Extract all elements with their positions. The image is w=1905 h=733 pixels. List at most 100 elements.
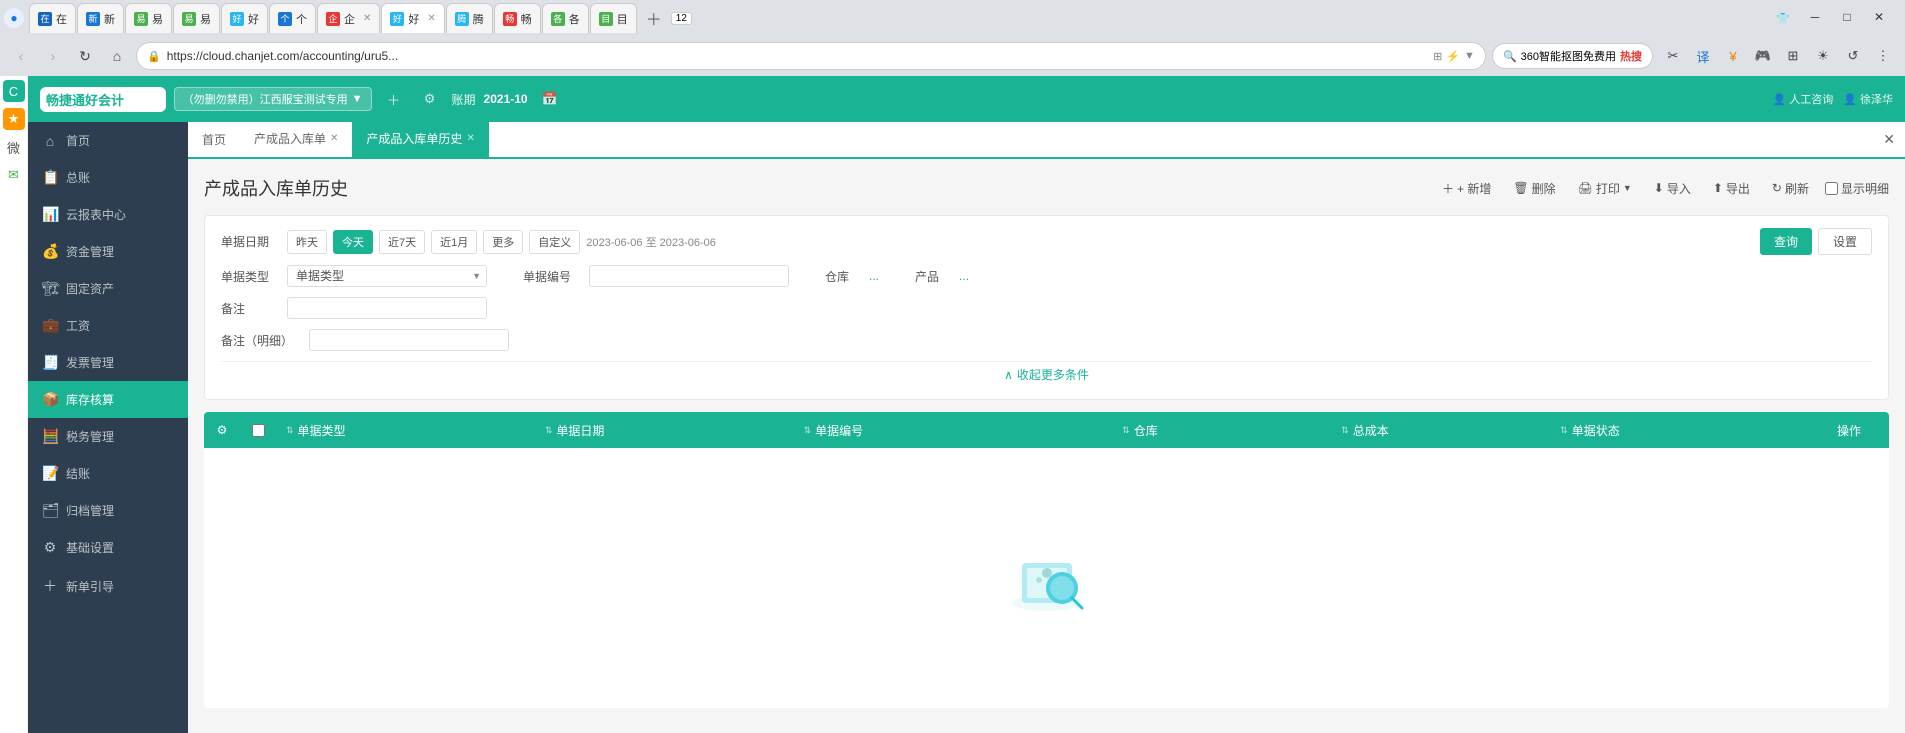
translate-icon[interactable]: 译 (1689, 42, 1717, 70)
home-button[interactable]: ⌂ (104, 43, 130, 69)
sidebar-item-fund[interactable]: 💰 资金管理 (28, 233, 188, 270)
doc-type-select[interactable]: 单据类型 (287, 265, 487, 287)
customer-service-button[interactable]: 👤 人工咨询 (1773, 91, 1834, 107)
browser-tab-5[interactable]: 好 好 (221, 3, 268, 33)
sidebar-item-settle[interactable]: 📝 结账 (28, 455, 188, 492)
browser-tab-3[interactable]: 易 易 (125, 3, 172, 33)
star-icon[interactable]: ★ (3, 108, 25, 130)
forward-button[interactable]: › (40, 43, 66, 69)
browser-tab-4[interactable]: 易 易 (173, 3, 220, 33)
warehouse-more-dots[interactable]: ... (869, 269, 879, 283)
tab-close-8[interactable]: ✕ (427, 13, 435, 24)
note-input[interactable] (287, 297, 487, 319)
date-yesterday[interactable]: 昨天 (287, 230, 327, 254)
th-checkbox[interactable] (240, 412, 276, 448)
close-button[interactable]: ✕ (1865, 7, 1893, 27)
weibo-icon[interactable]: 微 (3, 136, 25, 158)
list-tab-close[interactable]: ✕ (330, 133, 338, 144)
date-today[interactable]: 今天 (333, 230, 373, 254)
search-box[interactable]: 🔍 360智能抠图免费用 热搜 (1492, 43, 1653, 69)
refresh-button[interactable]: ↻ (72, 43, 98, 69)
mail-icon[interactable]: ✉ (3, 164, 25, 186)
import-button[interactable]: ⬇ 导入 (1648, 177, 1697, 200)
yuan-icon[interactable]: ¥ (1719, 42, 1747, 70)
th-doc-date[interactable]: ⇅ 单据日期 (535, 412, 794, 448)
date-1month[interactable]: 近1月 (431, 230, 477, 254)
game-icon[interactable]: 🎮 (1749, 42, 1777, 70)
history-tab-close[interactable]: ✕ (466, 133, 474, 144)
sidebar-item-asset[interactable]: 🏗 固定资产 (28, 270, 188, 307)
add-label: + 新增 (1457, 180, 1491, 197)
browser-tab-7[interactable]: 企 企 ✕ (317, 3, 380, 33)
sidebar-item-invoice[interactable]: 🧾 发票管理 (28, 344, 188, 381)
product-more-dots[interactable]: ... (959, 269, 969, 283)
company-selector[interactable]: （勿删勿禁用）江西服宝测试专用 ▼ (174, 87, 372, 111)
sidebar-item-ledger[interactable]: 📋 总账 (28, 159, 188, 196)
query-button[interactable]: 查询 (1760, 228, 1812, 255)
tab-close-7[interactable]: ✕ (363, 13, 371, 24)
theme-icon[interactable]: ☀ (1809, 42, 1837, 70)
scissors-icon[interactable]: ✂ (1659, 42, 1687, 70)
th-doc-status[interactable]: ⇅ 单据状态 (1550, 412, 1809, 448)
sidebar-item-basic[interactable]: ⚙ 基础设置 (28, 529, 188, 566)
more-icon[interactable]: ⋮ (1869, 42, 1897, 70)
panel-close-button[interactable]: ✕ (1873, 127, 1905, 152)
refresh-button[interactable]: ↻ 刷新 (1766, 177, 1815, 200)
show-fields-check[interactable] (1825, 182, 1838, 195)
browser-tab-1[interactable]: 在 在 (29, 3, 76, 33)
sidebar-item-archive[interactable]: 🗂 归档管理 (28, 492, 188, 529)
page-tab-history[interactable]: 产成品入库单历史 ✕ (352, 122, 488, 157)
th-total-cost[interactable]: ⇅ 总成本 (1331, 412, 1550, 448)
browser-tab-11[interactable]: 各 各 (542, 3, 589, 33)
delete-button[interactable]: 🗑 删除 (1507, 177, 1561, 200)
url-bar[interactable]: 🔒 https://cloud.chanjet.com/accounting/u… (136, 42, 1486, 70)
add-company-button[interactable]: ＋ (380, 85, 408, 113)
date-more[interactable]: 更多 (483, 230, 523, 254)
browser-tab-6[interactable]: 个 个 (269, 3, 316, 33)
collapse-button[interactable]: ∧ 收起更多条件 (221, 361, 1872, 387)
maximize-button[interactable]: □ (1833, 7, 1861, 27)
apps-icon[interactable]: ⊞ (1779, 42, 1807, 70)
date-custom[interactable]: 自定义 (529, 230, 580, 254)
note-detail-input[interactable] (309, 329, 509, 351)
settings-icon[interactable]: ⚙ (416, 85, 444, 113)
sidebar-item-report[interactable]: 📊 云报表中心 (28, 196, 188, 233)
sidebar-item-home[interactable]: ⌂ 首页 (28, 122, 188, 159)
browser-tab-9[interactable]: 腾 腾 (446, 3, 493, 33)
th-action: 操作 (1809, 412, 1889, 448)
page-tab-list[interactable]: 产成品入库单 ✕ (240, 122, 352, 157)
th-doc-no[interactable]: ⇅ 单据编号 (794, 412, 1113, 448)
browser-tab-10[interactable]: 畅 畅 (494, 3, 541, 33)
dropdown-icon[interactable]: ▼ (1464, 50, 1475, 62)
sidebar-item-tax[interactable]: 🧮 税务管理 (28, 418, 188, 455)
calendar-icon[interactable]: 📅 (536, 85, 564, 113)
undo-icon[interactable]: ↺ (1839, 42, 1867, 70)
sidebar-item-inventory[interactable]: 📦 库存核算 (28, 381, 188, 418)
th-doc-type[interactable]: ⇅ 单据类型 (276, 412, 535, 448)
browser-tab-12[interactable]: 目 目 (590, 3, 637, 33)
sidebar-item-newbill[interactable]: ＋ 新单引导 (28, 566, 188, 606)
browser-tab-2[interactable]: 新 新 (77, 3, 124, 33)
export-button[interactable]: ⬆ 导出 (1707, 177, 1756, 200)
settings-filter-button[interactable]: 设置 (1818, 228, 1872, 255)
back-button[interactable]: ‹ (8, 43, 34, 69)
doc-no-input[interactable] (589, 265, 789, 287)
browser-tab-8[interactable]: 好 好 ✕ (381, 3, 444, 33)
new-tab-button[interactable]: ＋ (638, 6, 670, 30)
page-tab-home[interactable]: 首页 (188, 123, 240, 156)
th-warehouse[interactable]: ⇅ 仓库 (1112, 412, 1331, 448)
print-button[interactable]: 🖨 打印 ▼ (1572, 177, 1638, 200)
app-logo[interactable]: 畅捷通好会计 旗舰版 (40, 87, 166, 112)
lightning-icon[interactable]: ⚡ (1446, 50, 1460, 63)
user-avatar-button[interactable]: 👤 徐泽华 (1843, 91, 1893, 107)
add-button[interactable]: ＋ + 新增 (1436, 177, 1497, 200)
sidebar-item-salary[interactable]: 💼 工资 (28, 307, 188, 344)
show-fields-checkbox[interactable]: 显示明细 (1825, 180, 1889, 197)
select-all-checkbox[interactable] (252, 424, 265, 437)
toolbar-actions: ＋ + 新增 🗑 删除 🖨 打印 ▼ (1436, 177, 1889, 200)
minimize-button[interactable]: ─ (1801, 7, 1829, 27)
grid-icon[interactable]: ⊞ (1433, 50, 1442, 63)
chanjet-icon[interactable]: C (3, 80, 25, 102)
th-settings[interactable]: ⚙ (204, 412, 240, 448)
date-7days[interactable]: 近7天 (379, 230, 425, 254)
